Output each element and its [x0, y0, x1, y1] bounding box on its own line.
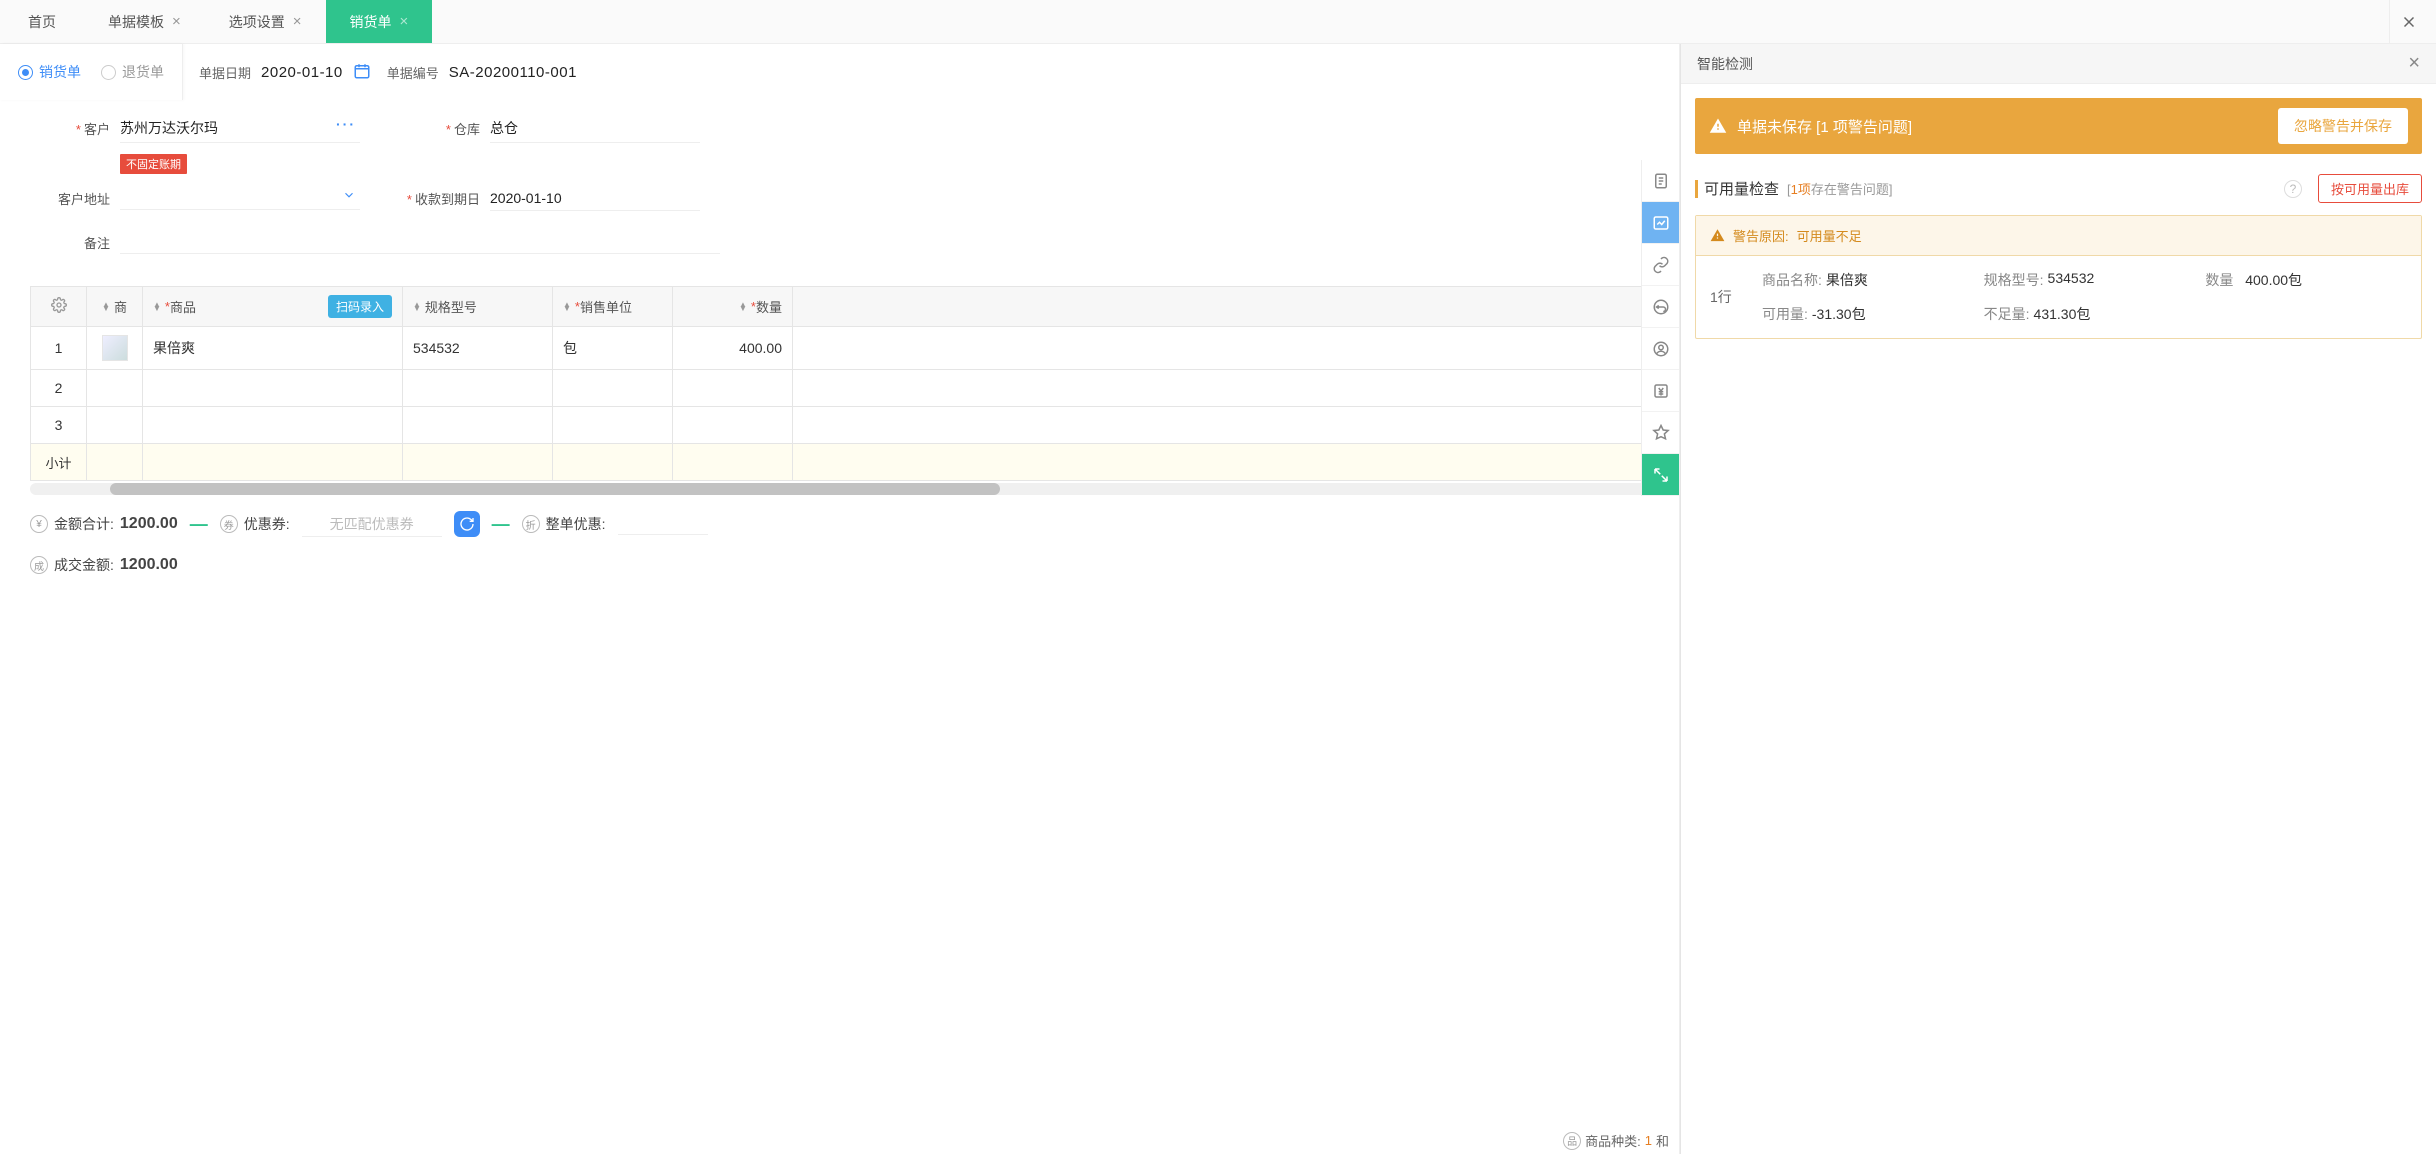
customer-input[interactable]: 苏州万达沃尔玛 ···	[120, 114, 360, 143]
yen-icon: ¥	[30, 515, 48, 533]
more-icon[interactable]: ···	[336, 116, 356, 132]
col-image[interactable]: 商	[87, 287, 143, 326]
tool-document-icon[interactable]	[1642, 160, 1679, 202]
address-input[interactable]	[120, 186, 360, 210]
minus-icon: —	[190, 514, 208, 535]
row-index: 1行	[1710, 270, 1744, 324]
product-thumb	[102, 335, 128, 361]
tab-options[interactable]: 选项设置×	[205, 0, 326, 43]
tool-return-icon[interactable]	[1642, 286, 1679, 328]
amount-value: 1200.00	[120, 515, 178, 533]
discount-input[interactable]	[618, 513, 708, 535]
table-subtotal-row: 小计	[31, 443, 1648, 480]
close-all-tabs[interactable]	[2389, 0, 2428, 43]
date-label: 单据日期	[199, 63, 251, 82]
warning-icon	[1709, 117, 1727, 135]
calendar-icon[interactable]	[353, 62, 371, 83]
warning-card: 警告原因: 可用量不足 1行 商品名称:果倍爽 规格型号:534532 数量 4…	[1695, 215, 2422, 339]
tool-link-icon[interactable]	[1642, 244, 1679, 286]
col-product[interactable]: *商品扫码录入	[143, 287, 403, 326]
chevron-down-icon[interactable]	[342, 188, 356, 205]
due-date-input[interactable]: 2020-01-10	[490, 186, 700, 211]
col-unit[interactable]: *销售单位	[553, 287, 673, 326]
smart-check-panel: 智能检测 × 单据未保存 [1 项警告问题] 忽略警告并保存 可用量检查 [1项…	[1680, 44, 2436, 1154]
close-icon[interactable]: ×	[293, 13, 302, 30]
deal-icon: 成	[30, 556, 48, 574]
due-date-label: 收款到期日	[400, 189, 480, 208]
section-title: 可用量检查	[1704, 178, 1779, 199]
help-icon[interactable]: ?	[2284, 180, 2302, 198]
close-icon[interactable]: ×	[172, 13, 181, 30]
date-value[interactable]: 2020-01-10	[261, 64, 343, 81]
col-spec[interactable]: 规格型号	[403, 287, 553, 326]
warehouse-input[interactable]: 总仓	[490, 114, 700, 143]
table-header: 商 *商品扫码录入 规格型号 *销售单位 *数量	[31, 287, 1648, 326]
coupon-icon: 券	[220, 515, 238, 533]
table-row[interactable]: 3	[31, 406, 1648, 443]
deal-value: 1200.00	[120, 556, 178, 574]
coupon-input[interactable]: 无匹配优惠券	[302, 512, 442, 537]
customer-badge: 不固定账期	[120, 154, 187, 174]
col-qty[interactable]: *数量	[673, 287, 793, 326]
section-subtitle: [1项存在警告问题]	[1787, 179, 1892, 198]
outbound-by-available-button[interactable]: 按可用量出库	[2318, 174, 2422, 203]
footer-summary: 品 商品种类: 1 和	[1563, 1131, 1669, 1150]
side-toolbar	[1641, 160, 1679, 496]
radio-sales[interactable]: 销货单	[18, 62, 81, 82]
summary-icon: 品	[1563, 1132, 1581, 1150]
tool-currency-icon[interactable]	[1642, 370, 1679, 412]
ignore-save-button[interactable]: 忽略警告并保存	[2278, 108, 2408, 144]
customer-label: 客户	[30, 119, 110, 138]
tab-home[interactable]: 首页	[0, 0, 84, 43]
tabs-bar: 首页 单据模板× 选项设置× 销货单×	[0, 0, 2436, 44]
tool-expand-icon[interactable]	[1642, 454, 1679, 496]
remark-input[interactable]	[120, 230, 720, 254]
doc-no-label: 单据编号	[387, 63, 439, 82]
radio-return[interactable]: 退货单	[101, 62, 164, 82]
tab-doc-template[interactable]: 单据模板×	[84, 0, 205, 43]
scan-button[interactable]: 扫码录入	[328, 295, 392, 318]
horizontal-scrollbar[interactable]	[30, 483, 1649, 495]
tab-sales-order[interactable]: 销货单×	[326, 0, 433, 43]
tool-person-icon[interactable]	[1642, 328, 1679, 370]
doc-header: 销货单 退货单 单据日期 2020-01-10 单据编号 SA-20200110…	[0, 44, 1679, 100]
address-label: 客户地址	[30, 189, 110, 208]
amount-label: 金额合计:	[54, 514, 114, 534]
tool-chart-icon[interactable]	[1642, 202, 1679, 244]
doc-no-value: SA-20200110-001	[449, 64, 577, 81]
remark-label: 备注	[30, 233, 110, 252]
coupon-label: 优惠券:	[244, 514, 290, 534]
discount-icon: 折	[522, 515, 540, 533]
close-icon[interactable]: ×	[400, 13, 409, 30]
deal-label: 成交金额:	[54, 555, 114, 575]
refresh-coupon-button[interactable]	[454, 511, 480, 537]
minus-icon: —	[492, 514, 510, 535]
warning-banner: 单据未保存 [1 项警告问题] 忽略警告并保存	[1695, 98, 2422, 154]
discount-label: 整单优惠:	[546, 514, 606, 534]
warehouse-label: 仓库	[400, 119, 480, 138]
panel-title: 智能检测	[1697, 54, 1753, 74]
table-row[interactable]: 2	[31, 369, 1648, 406]
tool-star-icon[interactable]	[1642, 412, 1679, 454]
close-icon[interactable]: ×	[2408, 52, 2420, 75]
col-settings[interactable]	[31, 287, 87, 326]
table-row[interactable]: 1 果倍爽 534532 包 400.00	[31, 326, 1648, 369]
